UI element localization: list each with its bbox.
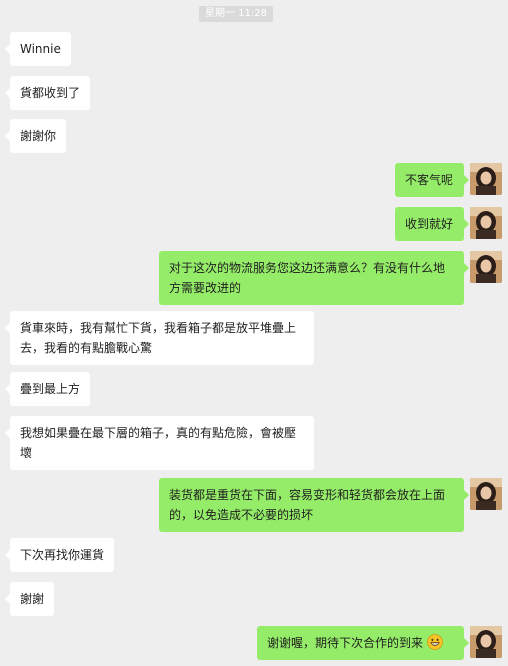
grinning-face-emoji-icon — [427, 634, 443, 650]
avatar-portrait-icon — [470, 207, 502, 239]
avatar-portrait-icon — [470, 626, 502, 658]
message-bubble-incoming[interactable]: 疊到最上方 — [4, 372, 91, 406]
message-bubble-incoming[interactable]: 謝謝你 — [4, 119, 67, 153]
message-bubble-incoming[interactable]: 我想如果疊在最下層的箱子，真的有點危險，會被壓壞 — [5, 416, 314, 470]
avatar-portrait-icon — [470, 251, 502, 283]
user-avatar[interactable] — [470, 478, 502, 510]
message-bubble-outgoing[interactable]: 对于这次的物流服务您这边还满意么？有没有什么地方需要改进的 — [159, 251, 469, 305]
message-bubble-incoming[interactable]: Winnie — [5, 32, 71, 66]
avatar-portrait-icon — [470, 478, 502, 510]
timestamp-label: 星期一 11:28 — [199, 6, 273, 22]
message-bubble-outgoing[interactable]: 装货都是重货在下面，容易变形和轻货都会放在上面的，以免造成不必要的损坏 — [159, 478, 469, 532]
message-bubble-outgoing[interactable]: 不客气呢 — [395, 163, 469, 197]
avatar-portrait-icon — [470, 163, 502, 195]
message-text: 谢谢喔，期待下次合作的到来 — [267, 636, 424, 650]
message-bubble-incoming[interactable]: 貨車來時，我有幫忙下貨，我看箱子都是放平堆疊上去，我看的有點膽戰心驚 — [5, 311, 314, 365]
message-bubble-incoming[interactable]: 謝謝 — [4, 582, 55, 616]
message-bubble-incoming[interactable]: 下次再找你運貨 — [4, 538, 115, 572]
message-bubble-incoming[interactable]: 貨都收到了 — [4, 76, 91, 110]
user-avatar[interactable] — [470, 251, 502, 283]
user-avatar[interactable] — [470, 626, 502, 658]
user-avatar[interactable] — [470, 207, 502, 239]
user-avatar[interactable] — [470, 163, 502, 195]
message-bubble-outgoing[interactable]: 谢谢喔，期待下次合作的到来 — [257, 626, 469, 660]
message-bubble-outgoing[interactable]: 收到就好 — [395, 207, 469, 241]
